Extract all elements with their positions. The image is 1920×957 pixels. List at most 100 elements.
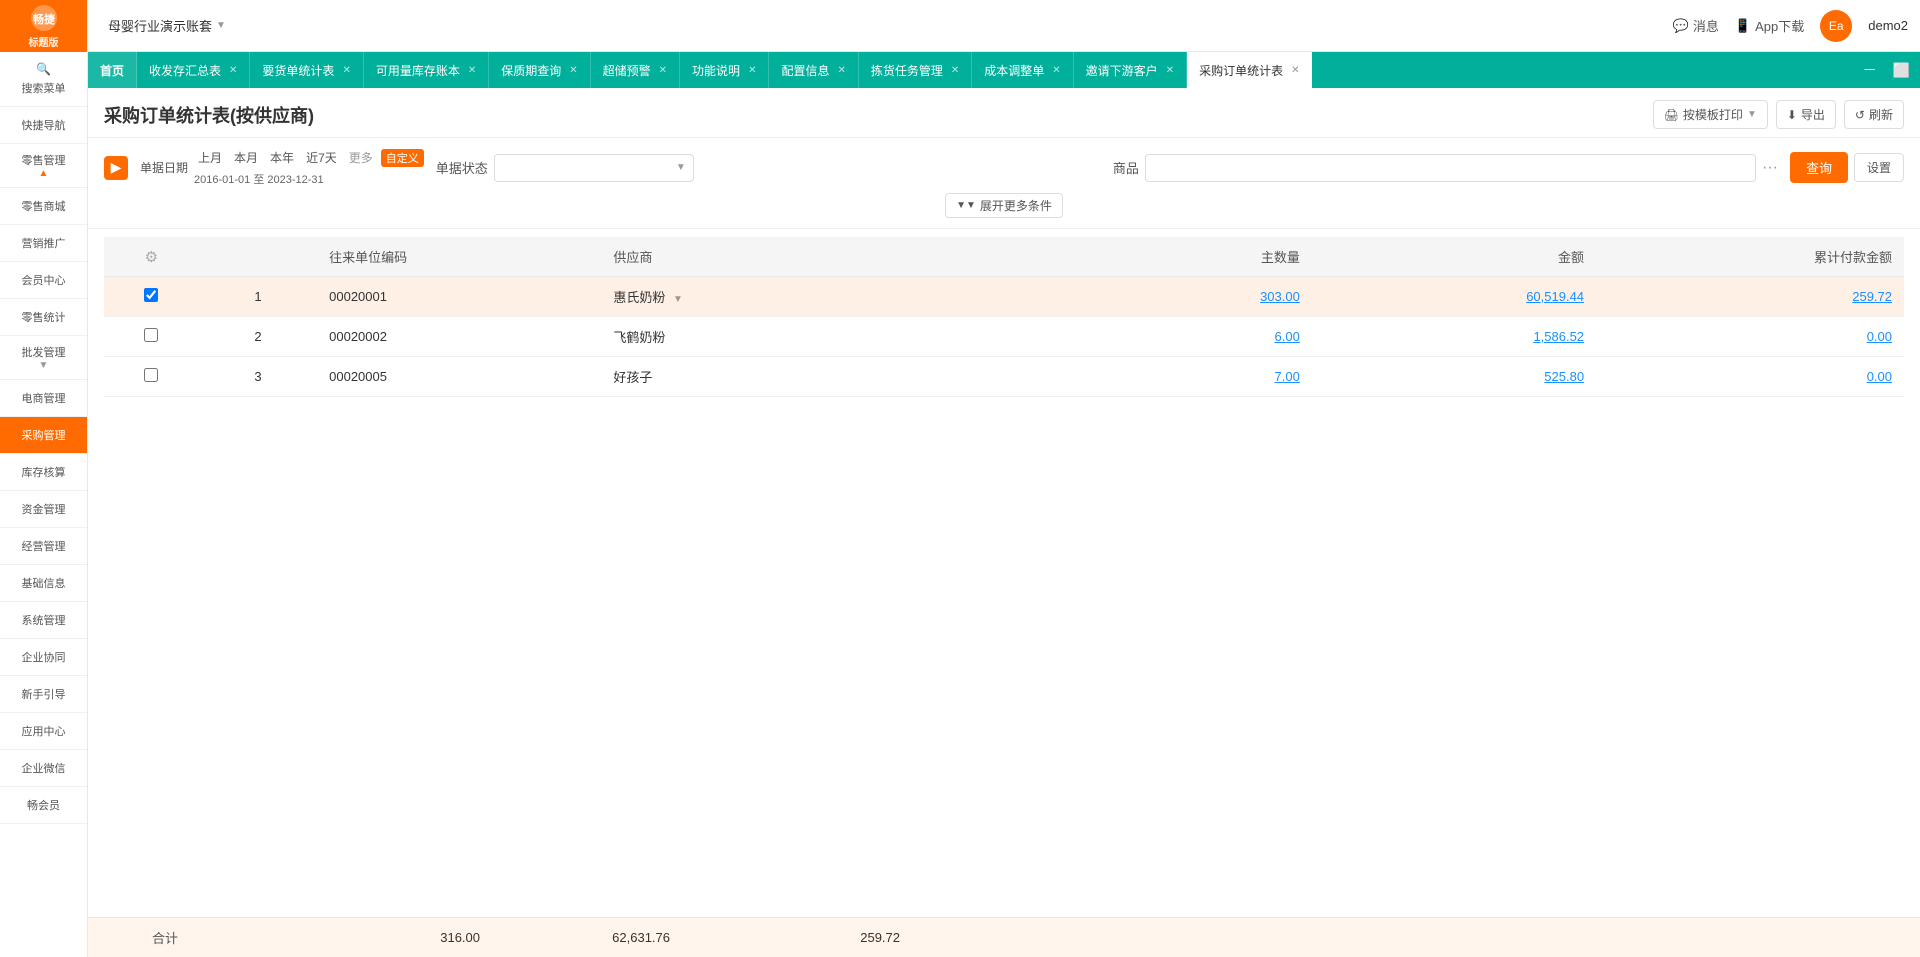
row-checkbox-0[interactable] — [144, 288, 158, 302]
tab-home[interactable]: 首页 — [88, 52, 137, 88]
sidebar-item-wholesale-mgmt[interactable]: 批发管理 ▼ — [0, 336, 87, 380]
sidebar-item-system-mgmt[interactable]: 系统管理 — [0, 602, 87, 639]
cell-paid[interactable]: 0.00 — [1596, 317, 1904, 357]
tab-warranty-query[interactable]: 保质期查询 ✕ — [489, 52, 590, 88]
sidebar-item-member-center[interactable]: 会员中心 — [0, 262, 87, 299]
workspace-selector[interactable]: 母婴行业演示账套 ▼ — [100, 12, 234, 39]
sidebar-item-basic-info[interactable]: 基础信息 — [0, 565, 87, 602]
btn-export-label: 导出 — [1801, 106, 1825, 123]
sidebar-item-quick-nav[interactable]: 快捷导航 — [0, 107, 87, 144]
tab-goods-stats[interactable]: 要货单统计表 ✕ — [250, 52, 363, 88]
filter-goods-input[interactable] — [1145, 154, 1756, 182]
sidebar-item-retail-mgmt[interactable]: 零售管理 ▲ — [0, 144, 87, 188]
sidebar-item-purchase-mgmt[interactable]: 采购管理 — [0, 417, 87, 454]
filter-toggle-btn[interactable]: ▶ — [104, 156, 128, 180]
tab-function-desc-close-icon[interactable]: ✕ — [748, 65, 756, 76]
nav-tabs-minimize-icon[interactable]: － — [1857, 58, 1883, 82]
filter-date-shortcuts: 上月 本月 本年 近7天 更多 自定义 — [194, 148, 424, 167]
table-row[interactable]: 2 00020002 飞鹤奶粉 6.00 1,586.52 0.00 — [104, 317, 1904, 357]
tab-invite-downstream[interactable]: 邀请下游客户 ✕ — [1074, 52, 1187, 88]
svg-text:畅捷: 畅捷 — [33, 12, 56, 26]
cell-check — [104, 357, 199, 397]
tab-warranty-query-close-icon[interactable]: ✕ — [569, 65, 577, 76]
cell-paid[interactable]: 259.72 — [1596, 277, 1904, 317]
tab-config-info-close-icon[interactable]: ✕ — [837, 65, 845, 76]
sidebar-item-marketing[interactable]: 营销推广 — [0, 225, 87, 262]
row-checkbox-2[interactable] — [144, 368, 158, 382]
col-header-amount[interactable]: 金额 — [1312, 237, 1596, 277]
date-custom-tag[interactable]: 自定义 — [381, 149, 424, 167]
filter-expand-row: ▼▼ 展开更多条件 — [104, 193, 1904, 218]
cell-qty[interactable]: 6.00 — [1075, 317, 1312, 357]
cell-amount[interactable]: 60,519.44 — [1312, 277, 1596, 317]
tab-invite-downstream-close-icon[interactable]: ✕ — [1166, 65, 1174, 76]
nav-tabs-maximize-icon[interactable]: ⬜ — [1887, 60, 1916, 81]
sidebar-item-retail-shop[interactable]: 零售商城 — [0, 188, 87, 225]
tab-receive-summary-close-icon[interactable]: ✕ — [229, 65, 237, 76]
tab-function-desc[interactable]: 功能说明 ✕ — [680, 52, 769, 88]
sidebar-item-enterprise-wechat[interactable]: 企业微信 — [0, 750, 87, 787]
tab-goods-stats-close-icon[interactable]: ✕ — [342, 65, 350, 76]
sidebar-item-search[interactable]: 🔍 搜索菜单 — [0, 52, 87, 107]
btn-query[interactable]: 查询 — [1790, 152, 1848, 183]
col-header-paid[interactable]: 累计付款金额 — [1596, 237, 1904, 277]
sidebar-item-finance-mgmt-label: 资金管理 — [22, 501, 66, 517]
date-shortcut-this-year[interactable]: 本年 — [266, 148, 298, 167]
cell-paid[interactable]: 0.00 — [1596, 357, 1904, 397]
filter-goods-more-icon[interactable]: ··· — [1762, 159, 1778, 177]
tab-config-info[interactable]: 配置信息 ✕ — [769, 52, 858, 88]
main-area: 母婴行业演示账套 ▼ 💬 消息 📱 App下载 Ea demo2 首页 收发存汇… — [88, 0, 1920, 957]
tab-pick-task-mgmt-close-icon[interactable]: ✕ — [951, 65, 959, 76]
filter-status-select[interactable] — [494, 154, 694, 182]
btn-expand-more[interactable]: ▼▼ 展开更多条件 — [945, 193, 1063, 218]
footer-amount: 62,631.76 — [562, 930, 682, 945]
sidebar-item-app-center[interactable]: 应用中心 — [0, 713, 87, 750]
table-row[interactable]: 3 00020005 好孩子 7.00 525.80 0.00 — [104, 357, 1904, 397]
row-checkbox-1[interactable] — [144, 328, 158, 342]
sidebar-item-member[interactable]: 畅会员 — [0, 787, 87, 824]
col-header-supplier[interactable]: 供应商 — [601, 237, 1075, 277]
tab-cost-adjust-close-icon[interactable]: ✕ — [1052, 65, 1060, 76]
col-header-code-label: 往来单位编码 — [329, 250, 407, 265]
cell-supplier[interactable]: 惠氏奶粉 ▼ — [601, 277, 1075, 317]
cell-amount[interactable]: 525.80 — [1312, 357, 1596, 397]
tab-purchase-order-stats[interactable]: 采购订单统计表 ✕ — [1187, 52, 1312, 88]
cell-supplier[interactable]: 好孩子 — [601, 357, 1075, 397]
sidebar-item-enterprise-collab[interactable]: 企业协同 — [0, 639, 87, 676]
tab-overstock-warning[interactable]: 超储预警 ✕ — [591, 52, 680, 88]
btn-export[interactable]: ⬇ 导出 — [1776, 100, 1836, 129]
date-shortcut-last-7-days[interactable]: 近7天 — [302, 148, 341, 167]
app-download-action[interactable]: 📱 App下载 — [1735, 16, 1804, 35]
sidebar-item-inventory-check[interactable]: 库存核算 — [0, 454, 87, 491]
tab-purchase-order-stats-close-icon[interactable]: ✕ — [1291, 65, 1299, 76]
tab-overstock-warning-close-icon[interactable]: ✕ — [659, 65, 667, 76]
table-footer: 合计 316.00 62,631.76 259.72 — [88, 917, 1920, 957]
sidebar-item-ecommerce-mgmt[interactable]: 电商管理 — [0, 380, 87, 417]
btn-template-print[interactable]: 🖨 按模板打印 ▼ — [1653, 100, 1768, 129]
tab-cost-adjust[interactable]: 成本调整单 ✕ — [972, 52, 1073, 88]
date-shortcut-last-month[interactable]: 上月 — [194, 148, 226, 167]
cell-qty[interactable]: 7.00 — [1075, 357, 1312, 397]
tab-available-stock-close-icon[interactable]: ✕ — [468, 65, 476, 76]
tab-pick-task-mgmt[interactable]: 拣货任务管理 ✕ — [859, 52, 972, 88]
settings-gear-icon[interactable]: ⚙ — [145, 249, 158, 266]
sidebar-item-new-guide[interactable]: 新手引导 — [0, 676, 87, 713]
messages-action[interactable]: 💬 消息 — [1673, 16, 1719, 35]
date-shortcut-more[interactable]: 更多 — [345, 148, 377, 167]
btn-refresh[interactable]: ↺ 刷新 — [1844, 100, 1904, 129]
col-header-code[interactable]: 往来单位编码 — [317, 237, 601, 277]
col-header-qty[interactable]: 主数量 — [1075, 237, 1312, 277]
sidebar-item-ops-mgmt[interactable]: 经营管理 — [0, 528, 87, 565]
sidebar-item-finance-mgmt[interactable]: 资金管理 — [0, 491, 87, 528]
cell-supplier[interactable]: 飞鹤奶粉 — [601, 317, 1075, 357]
tab-receive-summary[interactable]: 收发存汇总表 ✕ — [137, 52, 250, 88]
table-row[interactable]: 1 00020001 惠氏奶粉 ▼ 303.00 60,519.44 259.7… — [104, 277, 1904, 317]
btn-settings[interactable]: 设置 — [1854, 153, 1904, 182]
cell-amount[interactable]: 1,586.52 — [1312, 317, 1596, 357]
date-shortcut-this-month[interactable]: 本月 — [230, 148, 262, 167]
tab-available-stock[interactable]: 可用量库存账本 ✕ — [364, 52, 489, 88]
app-logo[interactable]: 畅捷 标题版 — [0, 0, 87, 52]
cell-qty[interactable]: 303.00 — [1075, 277, 1312, 317]
sidebar-item-retail-stats[interactable]: 零售统计 — [0, 299, 87, 336]
user-avatar[interactable]: Ea — [1820, 10, 1852, 42]
